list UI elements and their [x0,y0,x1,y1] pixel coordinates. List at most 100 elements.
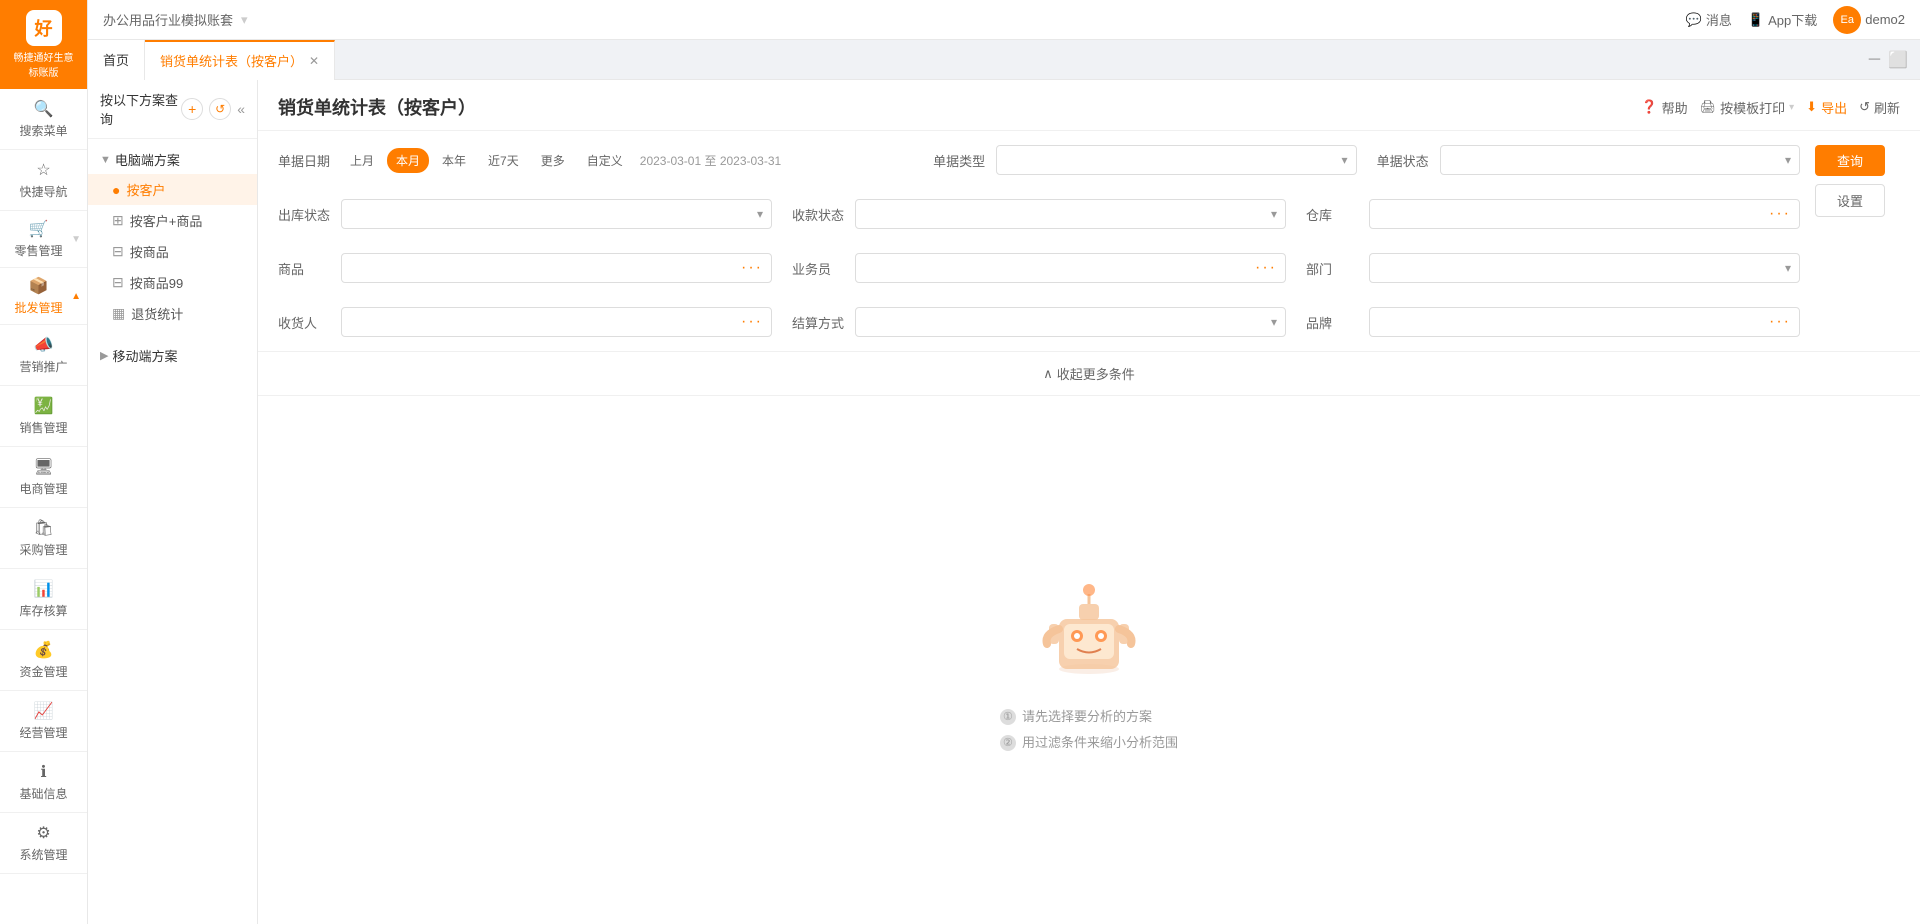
refresh-scheme-button[interactable]: ↺ [209,98,231,120]
query-button[interactable]: 查询 [1815,145,1885,176]
filter-row-3: 商品 ··· 业务员 ··· [278,253,1800,283]
chevron-up-icon: ▲ [71,291,81,302]
collapse-button[interactable]: ∧ 收起更多条件 [1031,360,1147,387]
sidebar-item-quick-nav[interactable]: ☆ 快捷导航 [0,150,87,211]
help-label: 帮助 [1662,98,1688,117]
refresh-label: 刷新 [1874,98,1900,117]
out-status-select[interactable]: ▾ [341,199,772,229]
print-button[interactable]: 🖨 按模板打印 ▾ [1700,98,1795,117]
date-range-display: 2023-03-01 至 2023-03-31 [640,152,781,169]
user-menu[interactable]: Ea demo2 [1833,6,1905,34]
date-this-year-btn[interactable]: 本年 [433,148,475,173]
avatar: Ea [1833,6,1861,34]
app-download-button[interactable]: 📱 App下载 [1748,10,1817,29]
salesperson-input[interactable]: ··· [855,253,1286,283]
sidebar-item-label: 批发管理 [15,299,63,316]
date-custom-btn[interactable]: 自定义 [578,148,632,173]
scheme-item-by-goods[interactable]: ⊟ 按商品 [88,236,257,267]
sidebar-item-label: 经营管理 [19,724,67,741]
sidebar-item-search[interactable]: 🔍 搜索菜单 [0,89,87,150]
settings-button[interactable]: 设置 [1815,184,1885,217]
operation-icon: 📈 [34,701,54,721]
sidebar-item-operation[interactable]: 📈 经营管理 [0,691,87,752]
sidebar-item-system[interactable]: ⚙ 系统管理 [0,813,87,874]
top-header: 办公用品行业模拟账套 ▾ 💬 消息 📱 App下载 Ea demo2 [88,0,1920,40]
warehouse-more-icon: ··· [1769,205,1791,223]
receipt-status-select[interactable]: ▾ [855,199,1286,229]
app-logo[interactable]: 好 畅捷通好生意 标账版 [0,0,87,89]
receipt-status-arrow-icon: ▾ [1271,207,1277,221]
empty-tips: ① 请先选择要分析的方案 ② 用过滤条件来缩小分析范围 [1000,704,1178,756]
scheme-item-by-customer[interactable]: ● 按客户 [88,174,257,205]
out-status-label: 出库状态 [278,205,333,224]
sidebar-item-ecommerce[interactable]: 🖥 电商管理 [0,447,87,508]
group-arrow-icon: ▶ [100,349,108,362]
salesperson-more-icon: ··· [1255,259,1277,277]
collapse-label: 收起更多条件 [1057,364,1135,383]
print-label: 按模板打印 [1720,98,1785,117]
sidebar-item-inventory[interactable]: 📊 库存核算 [0,569,87,630]
order-type-arrow-icon: ▾ [1342,153,1348,167]
tip-item-2: ② 用过滤条件来缩小分析范围 [1000,730,1178,756]
salesperson-filter-item: 业务员 ··· [792,253,1286,283]
add-scheme-button[interactable]: + [181,98,203,120]
sidebar-item-label: 快捷导航 [19,183,67,200]
filter-row-4: 收货人 ··· 结算方式 ▾ [278,307,1800,337]
desktop-group-title[interactable]: ▼ 电脑端方案 [88,145,257,174]
recipient-input[interactable]: ··· [341,307,772,337]
help-icon: ❓ [1641,99,1657,115]
date-filter-item: 单据日期 上月 本月 本年 近7天 更多 自定义 2023-03-01 至 20… [278,148,913,173]
order-type-select[interactable]: ▾ [996,145,1356,175]
salesperson-label: 业务员 [792,259,847,278]
scheme-panel: 按以下方案查询 + ↺ « ▼ 电脑端方案 ● 按客户 ⊞ 按 [88,80,258,924]
sidebar-item-retail[interactable]: 🛒 零售管理 ▼ [0,211,87,268]
finance-icon: 💰 [34,640,54,660]
mobile-group-title[interactable]: ▶ 移动端方案 [88,341,257,370]
sidebar-item-sales[interactable]: 💹 销售管理 [0,386,87,447]
tab-close-button[interactable]: ✕ [309,54,319,68]
tab-sales-stats[interactable]: 销货单统计表（按客户） ✕ [145,40,335,80]
department-select[interactable]: ▾ [1369,253,1800,283]
main-area: 办公用品行业模拟账套 ▾ 💬 消息 📱 App下载 Ea demo2 首页 [88,0,1920,924]
desktop-group-label: 电脑端方案 [115,150,180,169]
sidebar-item-purchase[interactable]: 🛍 采购管理 [0,508,87,569]
settlement-filter-item: 结算方式 ▾ [792,307,1286,337]
warehouse-input[interactable]: ··· [1369,199,1800,229]
window-minimize-button[interactable]: ─ [1869,51,1880,69]
scheme-item-return-stats[interactable]: ▦ 退货统计 [88,298,257,329]
department-arrow-icon: ▾ [1785,261,1791,275]
sidebar-item-label: 采购管理 [19,541,67,558]
scheme-panel-title: 按以下方案查询 [100,90,181,128]
window-maximize-button[interactable]: ⬜ [1888,50,1908,70]
scheme-item-customer-goods[interactable]: ⊞ 按客户+商品 [88,205,257,236]
username: demo2 [1865,12,1905,27]
logo-subtext: 标账版 [29,64,59,79]
sidebar-item-marketing[interactable]: 📣 营销推广 [0,325,87,386]
settlement-select[interactable]: ▾ [855,307,1286,337]
message-button[interactable]: 💬 消息 [1686,10,1732,29]
date-this-month-btn[interactable]: 本月 [387,148,429,173]
tip-num-2: ② [1000,735,1016,751]
sidebar-item-label: 系统管理 [19,846,67,863]
sidebar-item-finance[interactable]: 💰 资金管理 [0,630,87,691]
sidebar-item-basic-info[interactable]: ℹ 基础信息 [0,752,87,813]
date-7days-btn[interactable]: 近7天 [479,148,528,173]
brand-input[interactable]: ··· [1369,307,1800,337]
scheme-item-label: 按商品 [130,242,169,261]
date-more-btn[interactable]: 更多 [532,148,574,173]
header-left: 办公用品行业模拟账套 ▾ [103,10,248,29]
export-button[interactable]: ⬇ 导出 [1806,98,1847,117]
scheme-item-label: 按商品99 [130,273,183,292]
scheme-item-goods99[interactable]: ⊟ 按商品99 [88,267,257,298]
logo-text: 畅捷通好生意 [14,49,74,64]
refresh-button[interactable]: ↺ 刷新 [1859,98,1900,117]
date-last-month-btn[interactable]: 上月 [341,148,383,173]
order-status-filter-item: 单据状态 ▾ [1377,145,1800,175]
sidebar-item-wholesale[interactable]: 📦 批发管理 ▲ [0,268,87,325]
order-status-select[interactable]: ▾ [1440,145,1800,175]
export-icon: ⬇ [1806,99,1817,115]
help-button[interactable]: ❓ 帮助 [1641,98,1687,117]
collapse-scheme-button[interactable]: « [237,101,245,117]
tab-home[interactable]: 首页 [88,40,145,80]
goods-input[interactable]: ··· [341,253,772,283]
